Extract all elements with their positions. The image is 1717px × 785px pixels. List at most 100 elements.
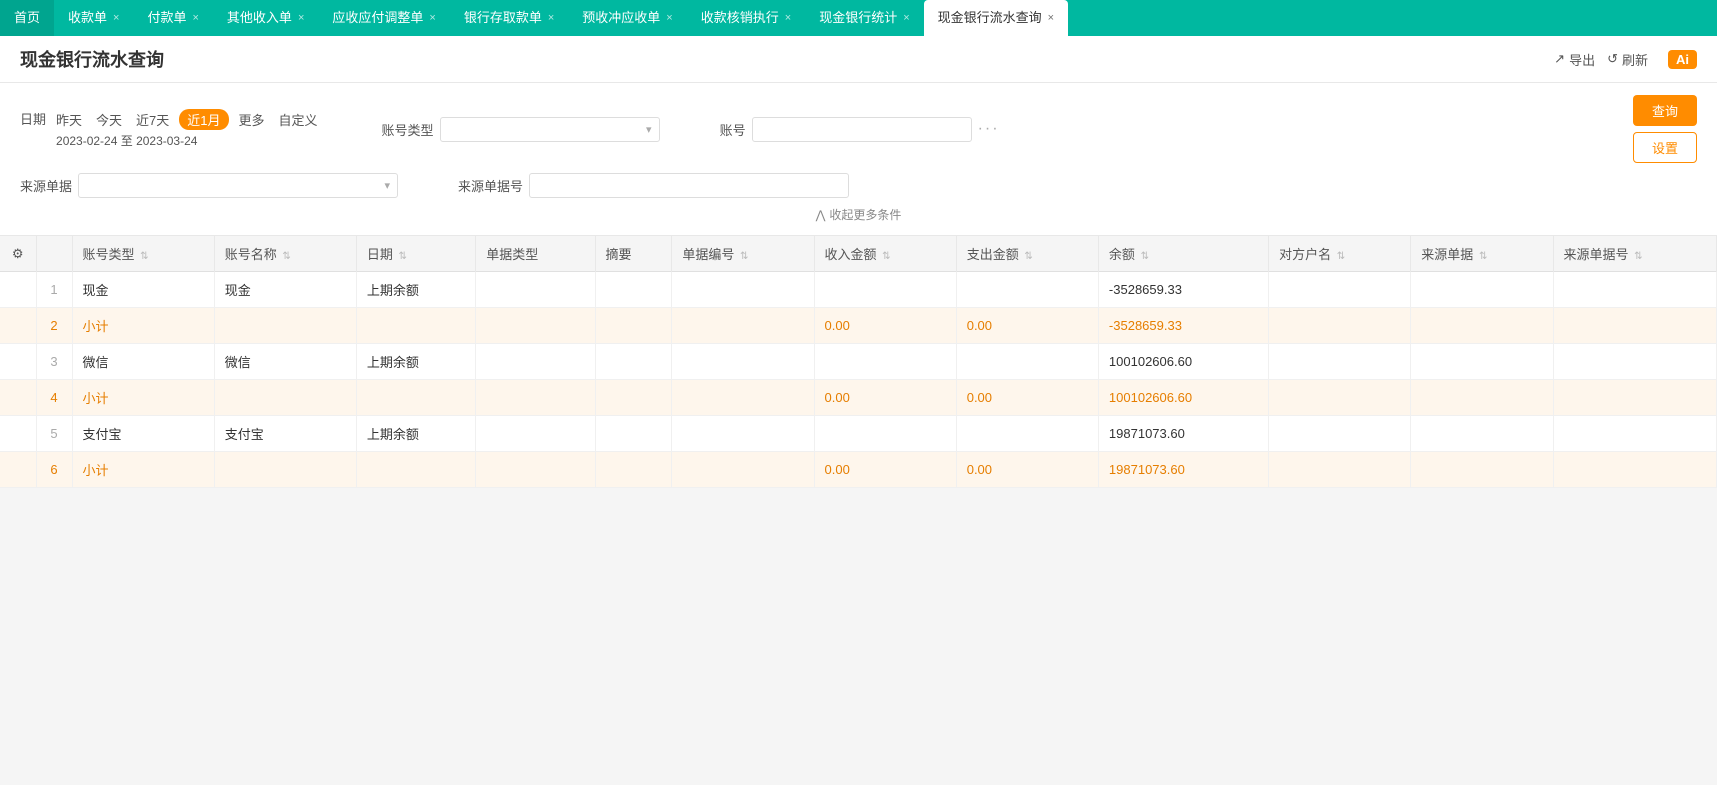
cell-source-voucher: [1411, 272, 1553, 308]
nav-statistics-close[interactable]: ×: [903, 0, 909, 36]
col-voucher-type-label: 单据类型: [486, 247, 538, 262]
nav-receipt[interactable]: 收款单 ×: [54, 0, 133, 36]
cell-counterpart: [1269, 416, 1411, 452]
table-row[interactable]: 6小计0.000.0019871073.60: [0, 452, 1717, 488]
refresh-button[interactable]: ↺ 刷新: [1607, 50, 1648, 69]
date-opt-today[interactable]: 今天: [92, 109, 126, 130]
nav-verify[interactable]: 收款核销执行 ×: [687, 0, 805, 36]
nav-prepay-close[interactable]: ×: [666, 0, 672, 36]
nav-prepay-label: 预收冲应收单: [582, 0, 660, 36]
col-date-label: 日期: [367, 247, 393, 262]
col-account-name[interactable]: 账号名称 ⇅: [214, 236, 356, 272]
nav-verify-close[interactable]: ×: [785, 0, 791, 36]
cell-balance: -3528659.33: [1098, 308, 1268, 344]
nav-adjustment-close[interactable]: ×: [429, 0, 435, 36]
data-table-container: ⚙ 账号类型 ⇅ 账号名称 ⇅ 日期 ⇅ 单据类型: [0, 236, 1717, 488]
cell-source-voucher-no: [1553, 272, 1717, 308]
table-row[interactable]: 2小计0.000.00-3528659.33: [0, 308, 1717, 344]
table-row[interactable]: 1现金现金上期余额-3528659.33: [0, 272, 1717, 308]
cell-account-type: 现金: [72, 272, 214, 308]
cell-expense: 0.00: [956, 380, 1098, 416]
sort-balance-icon: ⇅: [1141, 251, 1149, 262]
account-label: 账号: [720, 120, 746, 139]
cell-summary: [595, 416, 672, 452]
col-summary: 摘要: [595, 236, 672, 272]
col-source-voucher[interactable]: 来源单据 ⇅: [1411, 236, 1553, 272]
query-button[interactable]: 查询: [1633, 95, 1697, 126]
collapse-bar[interactable]: ⋀ 收起更多条件: [20, 202, 1697, 227]
col-source-voucher-no[interactable]: 来源单据号 ⇅: [1553, 236, 1717, 272]
col-source-voucher-no-label: 来源单据号: [1564, 247, 1629, 262]
account-more-icon[interactable]: ···: [978, 120, 1000, 138]
col-income[interactable]: 收入金额 ⇅: [814, 236, 956, 272]
cell-source-voucher: [1411, 344, 1553, 380]
ai-badge[interactable]: Ai: [1668, 50, 1697, 69]
cell-voucher-type: [476, 380, 595, 416]
col-expense[interactable]: 支出金额 ⇅: [956, 236, 1098, 272]
account-type-label: 账号类型: [382, 120, 434, 139]
col-date[interactable]: 日期 ⇅: [356, 236, 475, 272]
nav-home-label: 首页: [14, 0, 40, 36]
cell-balance: 19871073.60: [1098, 416, 1268, 452]
table-row[interactable]: 3微信微信上期余额100102606.60: [0, 344, 1717, 380]
source-voucher-select[interactable]: [78, 173, 398, 198]
nav-home[interactable]: 首页: [0, 0, 54, 36]
cell-settings: [0, 416, 36, 452]
col-account-type[interactable]: 账号类型 ⇅: [72, 236, 214, 272]
source-voucher-label: 来源单据: [20, 176, 72, 195]
col-balance[interactable]: 余额 ⇅: [1098, 236, 1268, 272]
settings-button[interactable]: 设置: [1633, 132, 1697, 163]
col-settings[interactable]: ⚙: [0, 236, 36, 272]
table-row[interactable]: 4小计0.000.00100102606.60: [0, 380, 1717, 416]
export-button[interactable]: ↗ 导出: [1554, 50, 1595, 69]
nav-receipt-close[interactable]: ×: [113, 0, 119, 36]
collapse-label: 收起更多条件: [829, 206, 901, 223]
account-input[interactable]: [752, 117, 972, 142]
nav-bank-deposit-close[interactable]: ×: [548, 0, 554, 36]
cell-expense: [956, 416, 1098, 452]
cell-income: [814, 344, 956, 380]
page-title: 现金银行流水查询: [20, 46, 164, 72]
sort-source-voucher-icon: ⇅: [1479, 251, 1487, 262]
table-row[interactable]: 5支付宝支付宝上期余额19871073.60: [0, 416, 1717, 452]
gear-icon[interactable]: ⚙: [12, 246, 24, 261]
col-counterpart[interactable]: 对方户名 ⇅: [1269, 236, 1411, 272]
date-opt-1month[interactable]: 近1月: [179, 109, 228, 130]
nav-adjustment[interactable]: 应收应付调整单 ×: [318, 0, 449, 36]
nav-payment-close[interactable]: ×: [192, 0, 198, 36]
cell-balance: 100102606.60: [1098, 380, 1268, 416]
cell-counterpart: [1269, 380, 1411, 416]
col-voucher-no[interactable]: 单据编号 ⇅: [672, 236, 814, 272]
cell-account-type: 小计: [72, 308, 214, 344]
filter-area: 日期 昨天 今天 近7天 近1月 更多 自定义 2023-02-24 至 202…: [0, 83, 1717, 236]
cell-settings: [0, 272, 36, 308]
date-options-group: 昨天 今天 近7天 近1月 更多 自定义 2023-02-24 至 2023-0…: [52, 109, 322, 149]
cell-balance: 100102606.60: [1098, 344, 1268, 380]
cell-account-name: 微信: [214, 344, 356, 380]
account-type-select[interactable]: [440, 117, 660, 142]
nav-statistics[interactable]: 现金银行统计 ×: [805, 0, 923, 36]
col-balance-label: 余额: [1109, 247, 1135, 262]
date-opt-yesterday[interactable]: 昨天: [52, 109, 86, 130]
nav-prepay[interactable]: 预收冲应收单 ×: [568, 0, 686, 36]
nav-bank-deposit[interactable]: 银行存取款单 ×: [450, 0, 568, 36]
source-voucher-no-input[interactable]: [529, 173, 849, 198]
filter-row-2: 来源单据 ▾ 来源单据号: [20, 173, 1697, 198]
nav-other-income[interactable]: 其他收入单 ×: [213, 0, 318, 36]
cell-date: 上期余额: [356, 272, 475, 308]
nav-payment[interactable]: 付款单 ×: [133, 0, 212, 36]
col-account-name-label: 账号名称: [225, 247, 277, 262]
date-opt-more[interactable]: 更多: [235, 109, 269, 130]
date-opt-7days[interactable]: 近7天: [132, 109, 173, 130]
col-summary-label: 摘要: [606, 247, 632, 262]
date-opt-custom[interactable]: 自定义: [275, 109, 322, 130]
nav-other-income-close[interactable]: ×: [298, 0, 304, 36]
cell-balance: 19871073.60: [1098, 452, 1268, 488]
col-voucher-no-label: 单据编号: [682, 247, 734, 262]
cell-index: 5: [36, 416, 72, 452]
cell-source-voucher-no: [1553, 416, 1717, 452]
nav-cash-flow-close[interactable]: ×: [1048, 0, 1054, 36]
nav-cash-flow[interactable]: 现金银行流水查询 ×: [924, 0, 1068, 36]
cell-settings: [0, 344, 36, 380]
sort-voucher-no-icon: ⇅: [740, 251, 748, 262]
